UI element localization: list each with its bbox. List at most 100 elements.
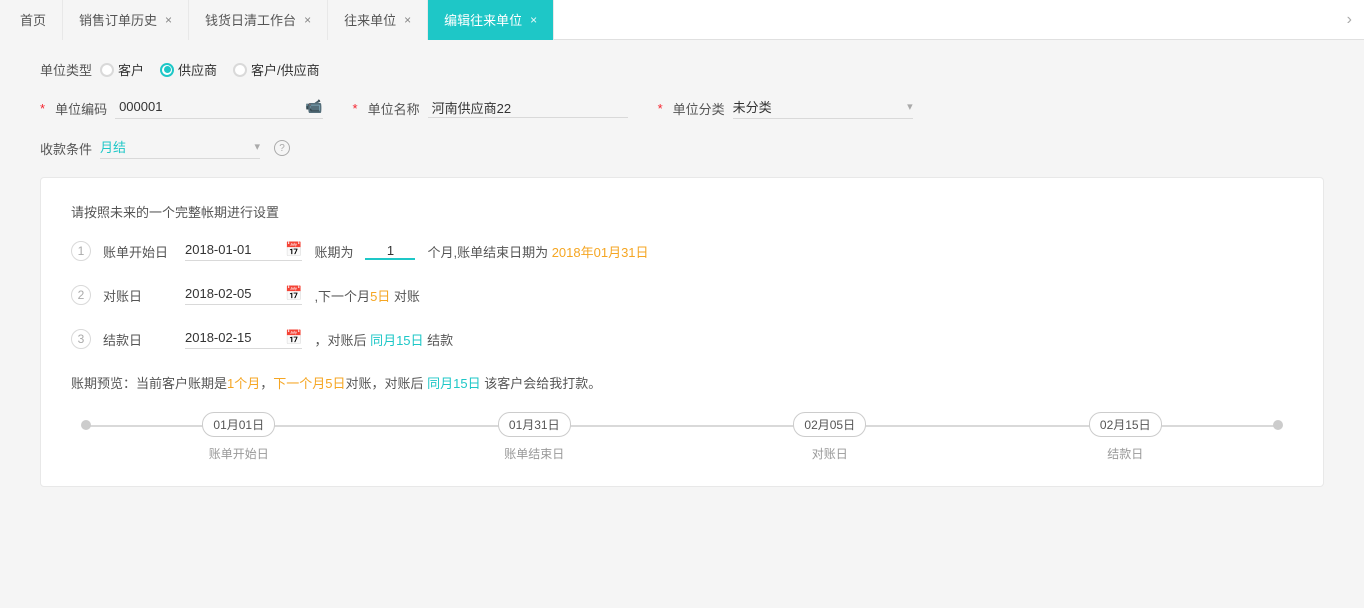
unit-name-group: * 单位名称 xyxy=(353,98,628,118)
payment-terms-value: 月结 xyxy=(100,137,248,156)
unit-code-input[interactable] xyxy=(115,97,299,116)
timeline-label-1: 账单开始日 xyxy=(209,445,269,462)
period-months-input[interactable] xyxy=(365,243,415,260)
tab-sales-history-close[interactable]: × xyxy=(165,13,172,27)
timeline-left-dot xyxy=(81,420,91,430)
tab-edit-partner[interactable]: 编辑往来单位 × xyxy=(428,0,554,40)
preview-text: 账期预览：当前客户账期是1个月，下一个月5日对账，对账后 同月15日 该客户会给… xyxy=(71,373,1293,392)
period-num-1: 1 xyxy=(71,241,91,261)
unit-type-row: 单位类型 客户 供应商 客户/供应商 xyxy=(40,60,1324,79)
preview-middle: 对账，对账后 xyxy=(346,376,424,391)
tab-partner-label: 往来单位 xyxy=(344,10,396,29)
radio-both[interactable]: 客户/供应商 xyxy=(233,60,320,79)
timeline-label-3: 对账日 xyxy=(812,445,848,462)
tab-home-label: 首页 xyxy=(20,10,46,29)
period-date-2-input[interactable] xyxy=(185,286,275,301)
unit-name-required: * xyxy=(353,101,358,116)
radio-customer[interactable]: 客户 xyxy=(100,60,144,79)
period-date-1-input[interactable] xyxy=(185,242,275,257)
timeline-bubble-3: 02月05日 xyxy=(793,412,866,437)
payment-terms-group: 收款条件 月结 ▾ ? xyxy=(40,137,290,159)
unit-category-value: 未分类 xyxy=(733,97,901,116)
unit-category-required: * xyxy=(658,101,663,116)
radio-customer-circle xyxy=(100,63,114,77)
payment-terms-label: 收款条件 xyxy=(40,139,92,158)
period-date-1-cal[interactable]: 📅 xyxy=(285,241,302,258)
tab-cashflow[interactable]: 钱货日清工作台 × xyxy=(189,0,328,40)
unit-code-label: 单位编码 xyxy=(55,99,107,118)
timeline-bubble-1: 01月01日 xyxy=(202,412,275,437)
tab-partner-close[interactable]: × xyxy=(404,13,411,27)
period-row2-suffix: ,下一个月5日 对账 xyxy=(314,286,419,305)
payment-terms-arrow: ▾ xyxy=(254,140,260,153)
unit-info-row: * 单位编码 📹 * 单位名称 * 单位分类 未分类 ▾ xyxy=(40,97,1324,119)
unit-code-icon[interactable]: 📹 xyxy=(305,98,322,115)
tab-edit-partner-close[interactable]: × xyxy=(530,13,537,27)
period-row-2: 2 对账日 📅 ,下一个月5日 对账 xyxy=(71,285,1293,305)
unit-category-label: 单位分类 xyxy=(673,99,725,118)
unit-category-group: * 单位分类 未分类 ▾ xyxy=(658,97,913,119)
timeline-node-3: 02月05日 对账日 xyxy=(682,412,978,462)
preview-comma1: ， xyxy=(260,376,273,391)
payment-terms-row: 收款条件 月结 ▾ ? xyxy=(40,137,1324,159)
payment-terms-help[interactable]: ? xyxy=(274,140,290,156)
timeline-label-2: 账单结束日 xyxy=(504,445,564,462)
payment-terms-dropdown[interactable]: 月结 ▾ xyxy=(100,137,260,159)
period-label-1: 账单开始日 xyxy=(103,242,173,261)
unit-name-input[interactable] xyxy=(428,98,628,118)
period-date-1-wrapper: 📅 xyxy=(185,241,302,261)
period-num-2: 2 xyxy=(71,285,91,305)
unit-code-input-wrapper: 📹 xyxy=(115,97,322,119)
radio-supplier[interactable]: 供应商 xyxy=(160,60,217,79)
tabs-scroll-right[interactable]: › xyxy=(1335,11,1364,29)
timeline-node-1: 01月01日 账单开始日 xyxy=(91,412,387,462)
period-row2-highlight: 5日 xyxy=(370,289,390,304)
unit-type-radio-group: 客户 供应商 客户/供应商 xyxy=(100,60,320,79)
preview-part3: 同月15日 xyxy=(427,376,480,391)
unit-type-label: 单位类型 xyxy=(40,60,92,79)
period-num-3: 3 xyxy=(71,329,91,349)
period-row3-suffix: ，对账后 同月15日 结款 xyxy=(314,330,453,349)
tab-edit-partner-label: 编辑往来单位 xyxy=(444,10,522,29)
main-content: 单位类型 客户 供应商 客户/供应商 * 单位编码 xyxy=(0,40,1364,608)
timeline-node-2: 01月31日 账单结束日 xyxy=(387,412,683,462)
tab-sales-history-label: 销售订单历史 xyxy=(79,10,157,29)
period-date-3-cal[interactable]: 📅 xyxy=(285,329,302,346)
timeline-bubble-2: 01月31日 xyxy=(498,412,571,437)
period-date-3-wrapper: 📅 xyxy=(185,329,302,349)
preview-part1: 1个月 xyxy=(227,376,260,391)
period-label-2: 对账日 xyxy=(103,286,173,305)
radio-supplier-circle xyxy=(160,63,174,77)
tab-sales-history[interactable]: 销售订单历史 × xyxy=(63,0,189,40)
unit-type-group: 单位类型 客户 供应商 客户/供应商 xyxy=(40,60,320,79)
period-panel-title: 请按照未来的一个完整帐期进行设置 xyxy=(71,202,1293,221)
unit-category-arrow: ▾ xyxy=(907,100,913,113)
timeline-bubble-4: 02月15日 xyxy=(1089,412,1162,437)
unit-code-required: * xyxy=(40,101,45,116)
period-label-3: 结款日 xyxy=(103,330,173,349)
tab-home[interactable]: 首页 xyxy=(0,0,63,40)
timeline-label-4: 结款日 xyxy=(1107,445,1143,462)
radio-both-circle xyxy=(233,63,247,77)
preview-part2: 下一个月5日 xyxy=(273,376,345,391)
period-row-3: 3 结款日 📅 ，对账后 同月15日 结款 xyxy=(71,329,1293,349)
timeline-node-4: 02月15日 结款日 xyxy=(978,412,1274,462)
period-row1-suffix-post: 个月,账单结束日期为 2018年01月31日 xyxy=(427,242,648,261)
tabs-bar: 首页 销售订单历史 × 钱货日清工作台 × 往来单位 × 编辑往来单位 × › xyxy=(0,0,1364,40)
radio-supplier-label: 供应商 xyxy=(178,60,217,79)
radio-both-label: 客户/供应商 xyxy=(251,60,320,79)
tab-cashflow-label: 钱货日清工作台 xyxy=(205,10,296,29)
preview-label: 账期预览：当前客户账期是 xyxy=(71,376,227,391)
unit-category-dropdown[interactable]: 未分类 ▾ xyxy=(733,97,913,119)
unit-code-group: * 单位编码 📹 xyxy=(40,97,323,119)
period-panel: 请按照未来的一个完整帐期进行设置 1 账单开始日 📅 账期为 个月,账单结束日期… xyxy=(40,177,1324,487)
period-row1-suffix-pre: 账期为 xyxy=(314,242,353,261)
unit-name-label: 单位名称 xyxy=(368,99,420,118)
timeline: 01月01日 账单开始日 01月31日 账单结束日 02月05日 对账日 02月… xyxy=(71,412,1293,462)
tab-cashflow-close[interactable]: × xyxy=(304,13,311,27)
period-date-2-wrapper: 📅 xyxy=(185,285,302,305)
tab-partner[interactable]: 往来单位 × xyxy=(328,0,428,40)
period-end-date: 2018年01月31日 xyxy=(552,245,649,260)
period-date-2-cal[interactable]: 📅 xyxy=(285,285,302,302)
period-date-3-input[interactable] xyxy=(185,330,275,345)
